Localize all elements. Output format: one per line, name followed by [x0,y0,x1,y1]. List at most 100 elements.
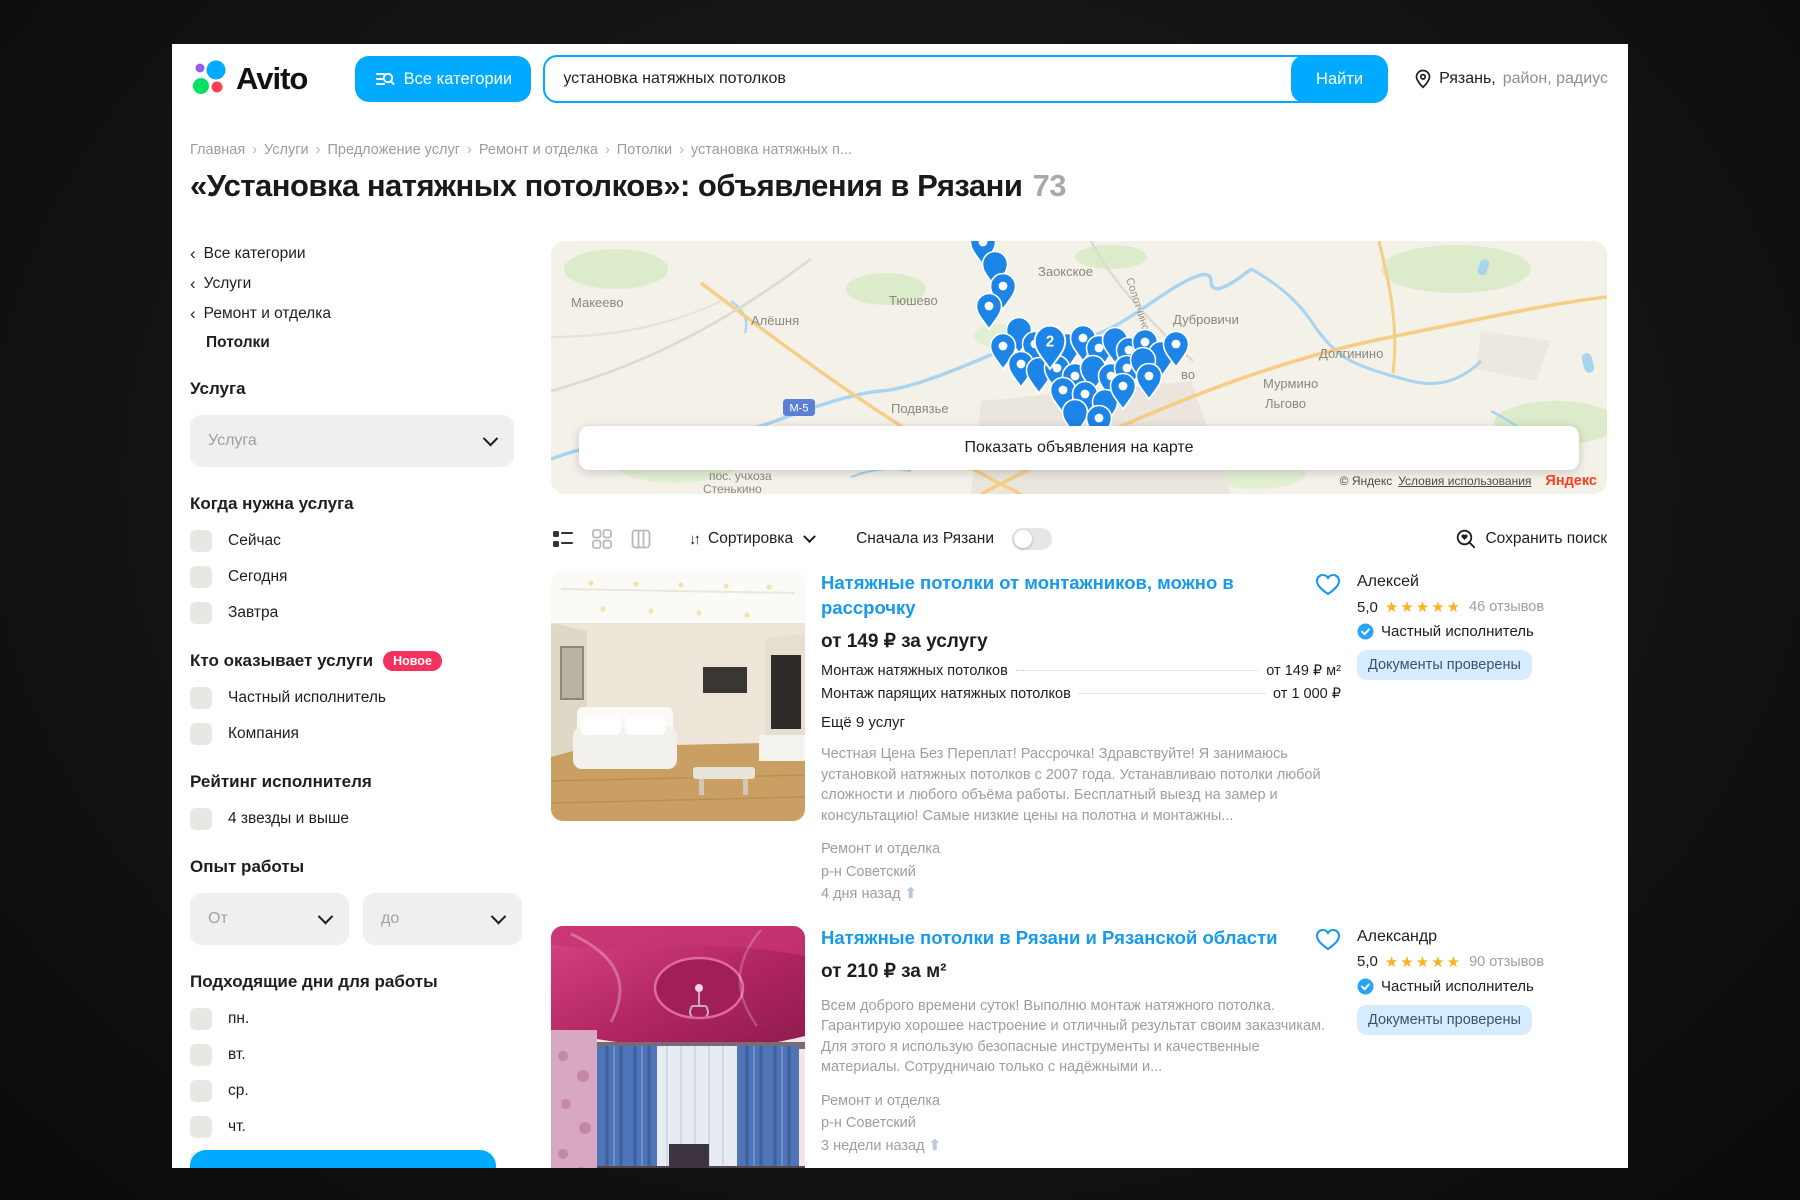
breadcrumb-item[interactable]: Главная [190,142,245,158]
breadcrumb-item[interactable]: установка натяжных п... [691,142,852,158]
location-city: Рязань, [1439,70,1496,87]
back-link-services[interactable]: Услуги [190,274,514,294]
map-terms-link[interactable]: Условия использования [1398,474,1531,488]
apply-filters-button[interactable] [190,1150,496,1168]
seller-name[interactable]: Александр [1357,928,1607,946]
checkbox-box[interactable] [190,808,212,830]
map-label: Макеево [571,295,624,310]
checkbox-monday[interactable]: пн. [190,1008,514,1030]
list-view-icon[interactable] [551,527,575,551]
location-extra: район, радиус [1502,70,1608,87]
back-link-label: Все категории [203,245,306,262]
back-link-repair[interactable]: Ремонт и отделка [190,304,514,324]
service-select[interactable]: Услуга [190,415,514,467]
provider-section-title: Кто оказывает услуги Новое [190,651,514,671]
checkbox-box[interactable] [190,1080,212,1102]
checkbox-today[interactable]: Сегодня [190,566,514,588]
checkbox-box[interactable] [190,687,212,709]
categories-search-icon [375,72,395,85]
grid-view-icon[interactable] [590,527,614,551]
location-selector[interactable]: Рязань, район, радиус [1414,69,1608,89]
seller-info: Алексей 5,0 ★★★★★ 46 отзывов Частный исп… [1357,571,1607,906]
find-button[interactable]: Найти [1291,55,1389,103]
promoted-arrow-icon: ⬆ [928,1137,941,1154]
listing-photo[interactable] [551,925,805,1168]
map-label: Льгово [1265,396,1306,411]
listing-photo[interactable] [551,571,805,821]
listing-title[interactable]: Натяжные потолки от монтажников, можно в… [821,571,1281,621]
favorite-heart-icon[interactable] [1315,573,1341,597]
checkbox-tomorrow[interactable]: Завтра [190,602,514,624]
avito-logo-text: Avito [236,61,308,96]
service-row: Монтаж парящих натяжных потолков от 1 00… [821,686,1341,709]
checkbox-thursday[interactable]: чт. [190,1116,514,1138]
experience-section-title: Опыт работы [190,857,305,876]
checkbox-box[interactable] [190,1044,212,1066]
seller-reviews-count[interactable]: 46 отзывов [1469,599,1544,615]
service-select-placeholder: Услуга [208,432,257,449]
seller-name[interactable]: Алексей [1357,573,1607,591]
search-input[interactable] [543,55,1352,103]
save-search-button[interactable]: Сохранить поиск [1455,528,1607,550]
checkbox-box[interactable] [190,530,212,552]
seller-verified-row: Частный исполнитель [1357,623,1607,640]
breadcrumb-item[interactable]: Услуги [264,142,309,158]
checkbox-label: Сегодня [228,568,288,585]
checkbox-label: чт. [228,1118,246,1135]
avito-logo[interactable]: Avito [190,59,308,99]
from-city-label: Сначала из Рязани [856,530,995,547]
experience-to-placeholder: до [381,910,400,927]
results-map[interactable]: Макеево Алёшня Тюшево Заокское Дубровичи… [551,241,1607,494]
map-label: Подвязье [891,401,949,416]
checkbox-tuesday[interactable]: вт. [190,1044,514,1066]
checkbox-now[interactable]: Сейчас [190,530,514,552]
search-bar: Найти [543,55,1389,103]
checkbox-4-stars-up[interactable]: 4 звезды и выше [190,808,514,830]
breadcrumb-item[interactable]: Предложение услуг [327,142,460,158]
all-categories-button[interactable]: Все категории [355,56,532,102]
map-road-badge: М-5 [783,399,815,416]
avito-logo-icon [193,60,226,94]
checkbox-private-provider[interactable]: Частный исполнитель [190,687,514,709]
from-city-toggle-row: Сначала из Рязани [856,528,1053,550]
checkbox-box[interactable] [190,1008,212,1030]
listing-item: Натяжные потолки от монтажников, можно в… [551,571,1607,906]
view-switcher [551,527,653,551]
experience-from-placeholder: От [208,910,228,927]
back-link-all-categories[interactable]: Все категории [190,244,514,264]
checkbox-company[interactable]: Компания [190,723,514,745]
page-title: «Установка натяжных потолков»: объявлени… [190,168,1066,204]
checkbox-box[interactable] [190,723,212,745]
current-category[interactable]: Потолки [206,334,514,352]
map-view-icon[interactable] [629,527,653,551]
sort-button[interactable]: ↓↑ Сортировка [689,529,816,548]
checkbox-box[interactable] [190,566,212,588]
listing-title[interactable]: Натяжные потолки в Рязани и Рязанской об… [821,926,1281,951]
experience-from-select[interactable]: От [190,893,349,945]
favorite-heart-icon[interactable] [1315,928,1341,952]
checkbox-box[interactable] [190,1116,212,1138]
provider-section-title-text: Кто оказывает услуги [190,651,374,670]
listing-category: Ремонт и отделка [821,841,941,858]
listing-footer: Ремонт и отделка р-н Советский 4 дня наз… [821,838,1341,905]
documents-verified-badge: Документы проверены [1357,650,1532,680]
checkbox-wednesday[interactable]: ср. [190,1080,514,1102]
seller-reviews-count[interactable]: 90 отзывов [1469,954,1544,970]
show-on-map-button[interactable]: Показать объявления на карте [579,426,1579,470]
star-rating-icons: ★★★★★ [1384,599,1463,616]
breadcrumb-item[interactable]: Ремонт и отделка [479,142,598,158]
breadcrumb-separator: › [467,142,472,158]
breadcrumb-separator: › [604,142,610,158]
breadcrumb-item[interactable]: Потолки [617,142,672,158]
seller-info: Александр 5,0 ★★★★★ 90 отзывов Частный и… [1357,926,1607,1168]
checkbox-box[interactable] [190,602,212,624]
promoted-arrow-icon: ⬆ [904,886,917,903]
from-city-toggle[interactable] [1012,528,1053,550]
seller-type-label: Частный исполнитель [1381,623,1534,640]
experience-to-select[interactable]: до [363,893,522,945]
listing-content: Натяжные потолки в Рязани и Рязанской об… [821,926,1341,1168]
page-title-text: «Установка натяжных потолков»: объявлени… [190,168,1023,203]
seller-rating-row: 5,0 ★★★★★ 90 отзывов [1357,953,1607,971]
more-services-link[interactable]: Ещё 9 услуг [821,714,1341,731]
star-rating-icons: ★★★★★ [1384,953,1463,971]
